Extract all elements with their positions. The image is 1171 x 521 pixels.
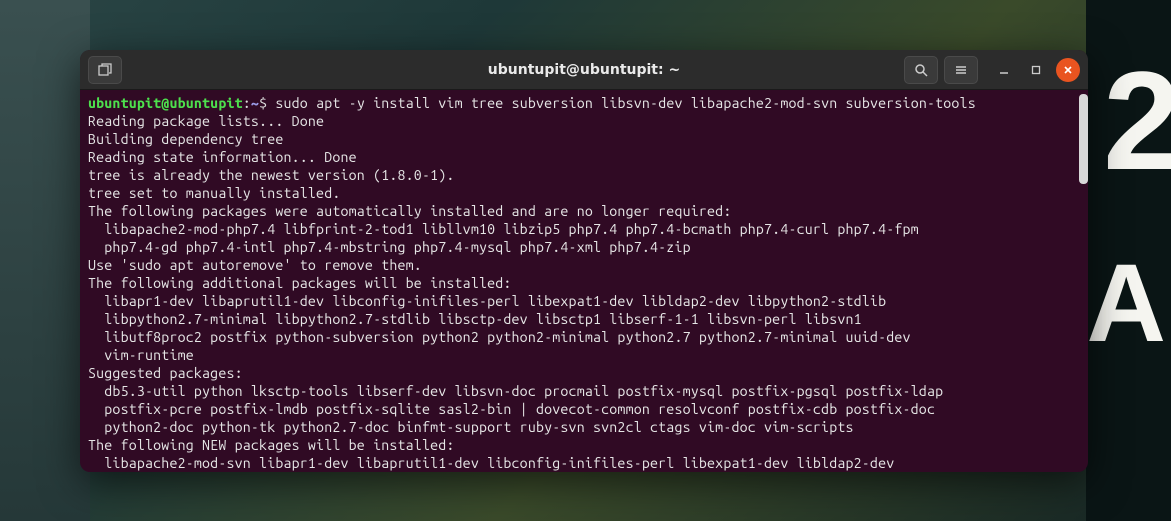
titlebar-left: [88, 56, 128, 84]
terminal-window: ubuntupit@ubuntupit: ~ ubuntupit@ubuntup…: [80, 50, 1088, 472]
output-line: python2-doc python-tk python2.7-doc binf…: [88, 418, 1080, 436]
new-tab-button[interactable]: [88, 56, 122, 84]
output-line: The following additional packages will b…: [88, 274, 1080, 292]
minimize-button[interactable]: [992, 58, 1016, 82]
output-line: postfix-pcre postfix-lmdb postfix-sqlite…: [88, 400, 1080, 418]
wallpaper-left: [0, 0, 90, 521]
menu-button[interactable]: [944, 56, 978, 84]
output-line: libutf8proc2 postfix python-subversion p…: [88, 328, 1080, 346]
search-button[interactable]: [904, 56, 938, 84]
hamburger-icon: [954, 63, 968, 77]
output-line: php7.4-gd php7.4-intl php7.4-mbstring ph…: [88, 238, 1080, 256]
wallpaper-right: 2 A: [1086, 0, 1171, 521]
prompt-colon: :: [243, 95, 251, 111]
output-line: libapache2-mod-php7.4 libfprint-2-tod1 l…: [88, 220, 1080, 238]
output-line: vim-runtime: [88, 346, 1080, 364]
close-icon: [1063, 65, 1073, 75]
prompt-user: ubuntupit@ubuntupit: [88, 95, 243, 111]
window-title: ubuntupit@ubuntupit: ~: [488, 62, 680, 78]
command-text: sudo apt -y install vim tree subversion …: [275, 95, 975, 111]
new-tab-icon: [98, 63, 112, 77]
wallpaper-letter: A: [1087, 240, 1166, 367]
prompt-symbol: $: [259, 95, 275, 111]
prompt-path: ~: [251, 95, 259, 111]
output-line: The following packages were automaticall…: [88, 202, 1080, 220]
output-line: The following NEW packages will be insta…: [88, 436, 1080, 454]
titlebar-right: [904, 56, 1080, 84]
close-button[interactable]: [1056, 58, 1080, 82]
output-line: Reading package lists... Done: [88, 112, 1080, 130]
maximize-button[interactable]: [1024, 58, 1048, 82]
output-line: tree is already the newest version (1.8.…: [88, 166, 1080, 184]
output-line: libapr1-dev libaprutil1-dev libconfig-in…: [88, 292, 1080, 310]
output-line: db5.3-util python lksctp-tools libserf-d…: [88, 382, 1080, 400]
output-line: Use 'sudo apt autoremove' to remove them…: [88, 256, 1080, 274]
scrollbar-thumb[interactable]: [1079, 94, 1088, 184]
search-icon: [914, 63, 928, 77]
maximize-icon: [1031, 65, 1041, 75]
output-line: tree set to manually installed.: [88, 184, 1080, 202]
output-line: libapache2-mod-svn libapr1-dev libapruti…: [88, 454, 1080, 472]
output-line: Suggested packages:: [88, 364, 1080, 382]
output-line: libpython2.7-minimal libpython2.7-stdlib…: [88, 310, 1080, 328]
terminal-body[interactable]: ubuntupit@ubuntupit:~$ sudo apt -y insta…: [80, 90, 1088, 472]
minimize-icon: [999, 65, 1009, 75]
titlebar: ubuntupit@ubuntupit: ~: [80, 50, 1088, 90]
prompt-line: ubuntupit@ubuntupit:~$ sudo apt -y insta…: [88, 94, 1080, 112]
output-line: Reading state information... Done: [88, 148, 1080, 166]
wallpaper-number: 2: [1103, 40, 1171, 202]
output-line: Building dependency tree: [88, 130, 1080, 148]
